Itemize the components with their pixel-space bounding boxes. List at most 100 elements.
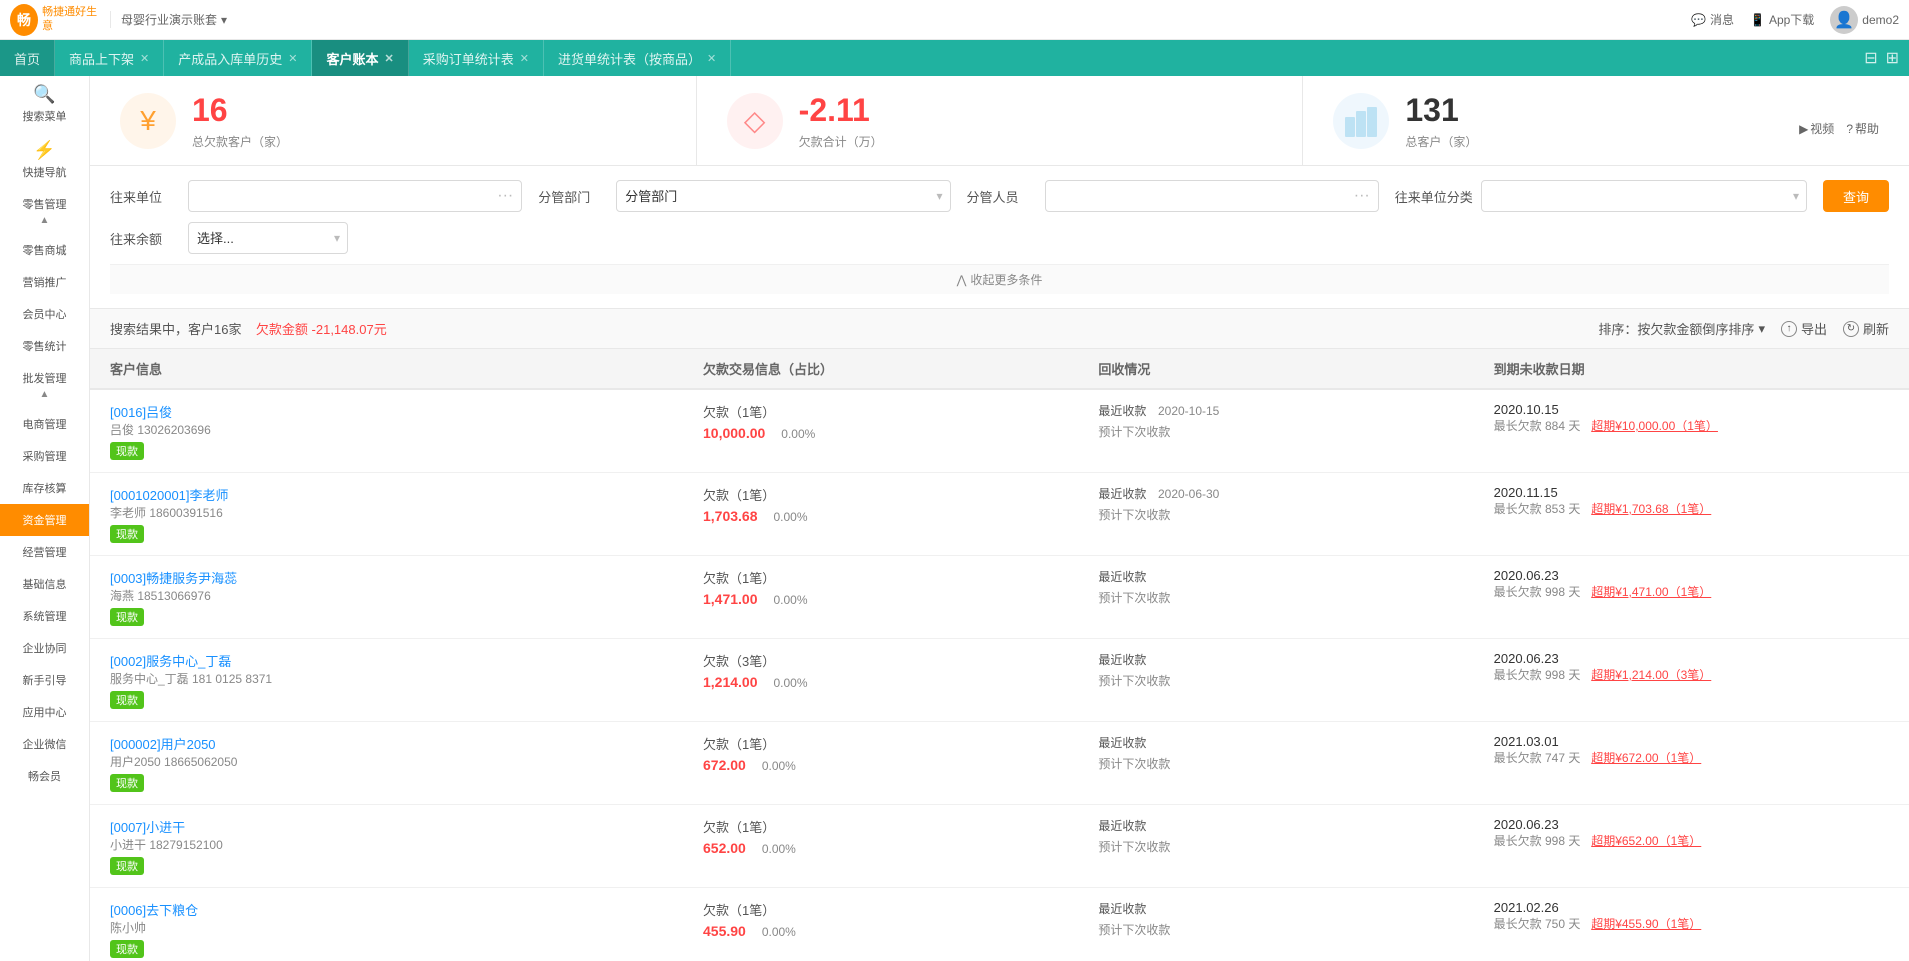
col-header-overdue: 到期未收款日期 — [1494, 359, 1889, 378]
sidebar-item-vip-member[interactable]: 畅会员 — [0, 760, 89, 792]
unit-category-select[interactable] — [1481, 180, 1807, 212]
debt-info-cell: 欠款（1笔） 455.90 0.00% — [703, 900, 1098, 939]
customer-link[interactable]: [0002]服务中心_丁磊 — [110, 654, 231, 669]
overdue-date: 2021.02.26 — [1494, 900, 1889, 915]
logo: 畅 畅捷通好生意 — [10, 4, 100, 36]
app-download-button[interactable]: 📱 App下载 — [1750, 11, 1814, 28]
overdue-amount-link[interactable]: 超期¥652.00（1笔） — [1591, 834, 1701, 848]
stat-card-total: 131 总客户（家） ▶ 视频 ? 帮助 — [1303, 76, 1909, 165]
customer-phone: 海燕 18513066976 — [110, 587, 703, 604]
overdue-amount-link[interactable]: 超期¥672.00（1笔） — [1591, 751, 1701, 765]
sidebar-item-enterprise[interactable]: 企业协同 — [0, 632, 89, 664]
sidebar-item-finance[interactable]: 资金管理 — [0, 504, 89, 536]
sidebar-item-retail-mgmt[interactable]: 零售管理 ▲ — [0, 188, 89, 234]
tab-product-history[interactable]: 产成品入库单历史 ✕ — [164, 40, 312, 76]
sort-selector[interactable]: 排序：按欠款金额倒序排序 ▾ — [1598, 319, 1765, 338]
sidebar-item-ecommerce[interactable]: 电商管理 — [0, 408, 89, 440]
sidebar-item-basic-info[interactable]: 基础信息 — [0, 568, 89, 600]
recovery-next: 预计下次收款 — [1098, 755, 1493, 772]
message-button[interactable]: 💬 消息 — [1691, 11, 1734, 28]
department-select[interactable]: 分管部门 — [616, 180, 950, 212]
customer-unit-input[interactable]: ··· — [188, 180, 522, 212]
balance-select[interactable]: 选择... 选择... — [188, 222, 348, 254]
overdue-amount-link[interactable]: 超期¥455.90（1笔） — [1591, 917, 1701, 931]
collapse-button[interactable]: ⋀ 收起更多条件 — [110, 264, 1889, 294]
overdue-amount-link[interactable]: 超期¥1,703.68（1笔） — [1591, 502, 1711, 516]
tab-close-icon[interactable]: ✕ — [385, 52, 394, 65]
recovery-cell: 最近收款 预计下次收款 — [1098, 734, 1493, 772]
search-button[interactable]: 查询 — [1823, 180, 1889, 212]
export-icon: ↑ — [1781, 321, 1797, 337]
tab-product-offshelf[interactable]: 商品上下架 ✕ — [55, 40, 164, 76]
recovery-label: 最近收款 — [1098, 902, 1146, 916]
tab-maximize-icon[interactable]: ⊞ — [1886, 48, 1899, 68]
sidebar-item-retail-stats[interactable]: 零售统计 — [0, 330, 89, 362]
customer-link[interactable]: [0006]去下粮仓 — [110, 903, 198, 918]
col-header-debt: 欠款交易信息（占比） — [703, 359, 1098, 378]
tab-stock-stats[interactable]: 进货单统计表（按商品） ✕ — [544, 40, 731, 76]
customer-link[interactable]: [0003]畅捷服务尹海蕊 — [110, 571, 237, 586]
tab-close-icon[interactable]: ✕ — [707, 52, 716, 65]
customer-tag: 现款 — [110, 774, 144, 792]
customer-phone: 吕俊 13026203696 — [110, 421, 703, 438]
tab-purchase-order[interactable]: 采购订单统计表 ✕ — [409, 40, 544, 76]
recovery-cell: 最近收款 预计下次收款 — [1098, 817, 1493, 855]
tab-close-icon[interactable]: ✕ — [288, 52, 297, 65]
sidebar-item-system[interactable]: 系统管理 — [0, 600, 89, 632]
overdue-amount-link[interactable]: 超期¥10,000.00（1笔） — [1591, 419, 1718, 433]
sidebar-item-app-center[interactable]: 应用中心 — [0, 696, 89, 728]
help-button[interactable]: ? 帮助 — [1846, 120, 1879, 137]
stat-icon-total — [1333, 93, 1389, 149]
filter-department: 分管部门 分管部门 ▾ — [538, 180, 950, 212]
tab-home[interactable]: 首页 — [0, 40, 55, 76]
customer-tag: 现款 — [110, 940, 144, 958]
user-avatar[interactable]: 👤 demo2 — [1830, 6, 1899, 34]
overdue-cell: 2020.11.15 最长欠款 853 天 超期¥1,703.68（1笔） — [1494, 485, 1889, 517]
sidebar-item-corp-wechat[interactable]: 企业微信 — [0, 728, 89, 760]
tab-close-icon[interactable]: ✕ — [520, 52, 529, 65]
sidebar: 🔍 搜索菜单 ⚡ 快捷导航 零售管理 ▲ 零售商城 营销推广 会员中心 零售统计 — [0, 76, 90, 961]
debt-count: 欠款（1笔） — [703, 900, 1098, 919]
debt-count: 欠款（1笔） — [703, 568, 1098, 587]
customer-link[interactable]: [000002]用户2050 — [110, 737, 216, 752]
customer-link[interactable]: [0007]小进干 — [110, 820, 185, 835]
export-button[interactable]: ↑ 导出 — [1781, 319, 1827, 338]
refresh-button[interactable]: ↻ 刷新 — [1843, 319, 1889, 338]
overdue-amount-link[interactable]: 超期¥1,471.00（1笔） — [1591, 585, 1711, 599]
sidebar-item-newbie[interactable]: 新手引导 — [0, 664, 89, 696]
store-selector[interactable]: 母婴行业演示账套 ▾ — [110, 11, 237, 28]
customer-info-cell: [0006]去下粮仓 陈小帅 现款 — [110, 900, 703, 958]
tab-close-icon[interactable]: ✕ — [140, 52, 149, 65]
sidebar-item-quicknav[interactable]: ⚡ 快捷导航 — [0, 132, 89, 188]
sidebar-item-purchase[interactable]: 采购管理 — [0, 440, 89, 472]
overdue-days: 最长欠款 998 天 — [1494, 585, 1581, 599]
manager-input[interactable]: ··· — [1045, 180, 1379, 212]
overdue-cell: 2020.10.15 最长欠款 884 天 超期¥10,000.00（1笔） — [1494, 402, 1889, 434]
tab-minimize-icon[interactable]: ⊟ — [1864, 48, 1877, 68]
customer-phone: 小进干 18279152100 — [110, 836, 703, 853]
sidebar-item-retail-store[interactable]: 零售商城 — [0, 234, 89, 266]
filter-unit-category: 往来单位分类 ▾ — [1395, 180, 1807, 212]
table-row: [0002]服务中心_丁磊 服务中心_丁磊 181 0125 8371 现款 欠… — [90, 639, 1909, 722]
sidebar-item-batch-mgmt[interactable]: 批发管理 ▲ — [0, 362, 89, 408]
recovery-next: 预计下次收款 — [1098, 921, 1493, 938]
recovery-next: 预计下次收款 — [1098, 838, 1493, 855]
debt-count: 欠款（1笔） — [703, 817, 1098, 836]
sidebar-item-marketing[interactable]: 营销推广 — [0, 266, 89, 298]
customer-link[interactable]: [0016]吕俊 — [110, 405, 172, 420]
result-bar: 搜索结果中，客户16家 欠款金额 -21,148.07元 排序：按欠款金额倒序排… — [90, 309, 1909, 349]
recovery-label: 最近收款 — [1098, 819, 1146, 833]
filter-manager: 分管人员 ··· — [967, 180, 1379, 212]
overdue-amount-link[interactable]: 超期¥1,214.00（3笔） — [1591, 668, 1711, 682]
sidebar-item-inventory[interactable]: 库存核算 — [0, 472, 89, 504]
customer-link[interactable]: [0001020001]李老师 — [110, 488, 229, 503]
sidebar-item-operations[interactable]: 经营管理 — [0, 536, 89, 568]
tab-customer-account[interactable]: 客户账本 ✕ — [312, 40, 408, 76]
recovery-date: 2020-10-15 — [1158, 404, 1219, 418]
video-button[interactable]: ▶ 视频 — [1799, 120, 1834, 137]
sidebar-search[interactable]: 🔍 搜索菜单 — [0, 76, 89, 132]
overdue-cell: 2020.06.23 最长欠款 998 天 超期¥1,214.00（3笔） — [1494, 651, 1889, 683]
content-area: ¥ 16 总欠款客户（家） ◇ -2.11 欠款合计（万） — [90, 76, 1909, 961]
sidebar-item-member[interactable]: 会员中心 — [0, 298, 89, 330]
recovery-date: 2020-06-30 — [1158, 487, 1219, 501]
